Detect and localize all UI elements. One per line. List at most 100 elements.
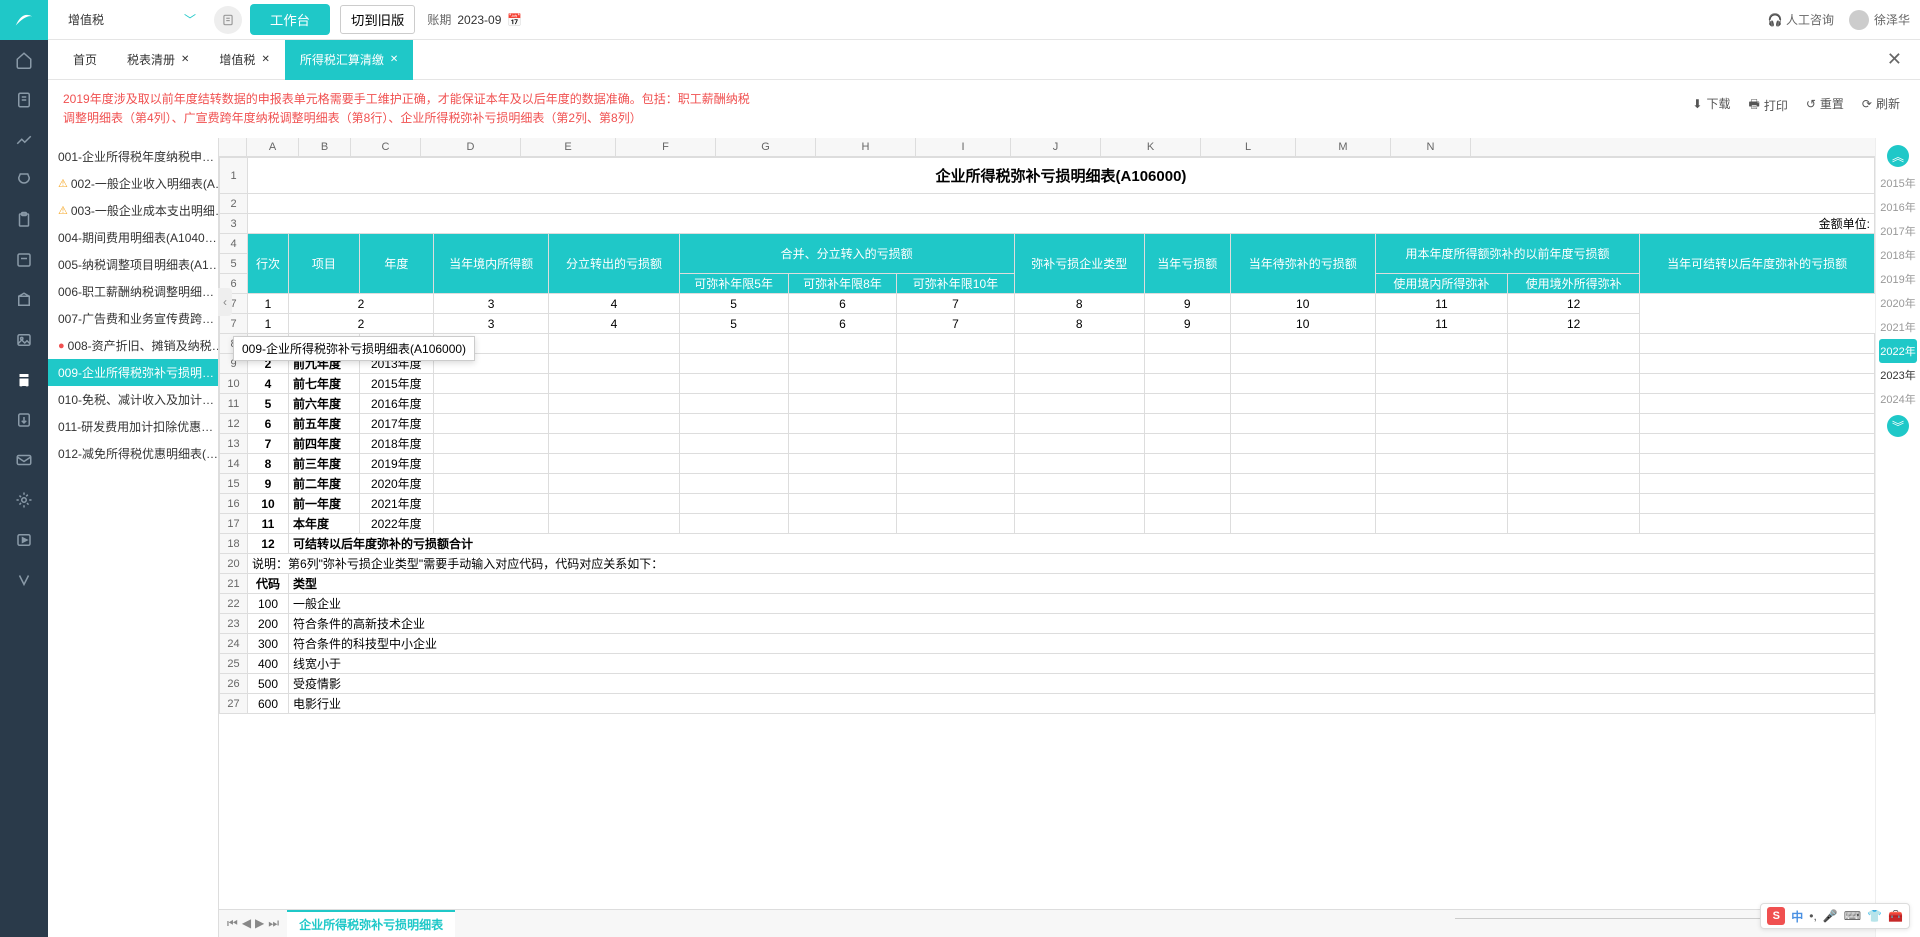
cell[interactable] xyxy=(1375,454,1507,474)
row-header[interactable]: 14 xyxy=(220,454,248,474)
cell[interactable] xyxy=(897,334,1014,354)
ime-mic-icon[interactable]: 🎤 xyxy=(1823,909,1838,923)
year-button[interactable]: 2017年 xyxy=(1879,219,1917,243)
column-header[interactable]: J xyxy=(1011,138,1101,156)
cell[interactable] xyxy=(1014,374,1144,394)
year-button[interactable]: 2019年 xyxy=(1879,267,1917,291)
column-header[interactable]: C xyxy=(351,138,421,156)
cell[interactable] xyxy=(1014,434,1144,454)
cell[interactable] xyxy=(1375,434,1507,454)
v-icon[interactable] xyxy=(0,560,48,600)
cell[interactable] xyxy=(433,494,548,514)
settings-icon[interactable] xyxy=(0,480,48,520)
close-icon[interactable]: ✕ xyxy=(390,54,398,65)
cell[interactable] xyxy=(1640,434,1875,454)
column-header[interactable]: E xyxy=(521,138,616,156)
cell[interactable] xyxy=(1508,394,1640,414)
row-header[interactable]: 20 xyxy=(220,554,248,574)
chart-icon[interactable] xyxy=(0,120,48,160)
form-list-item[interactable]: 005-纳税调整项目明细表(A1… xyxy=(48,251,218,278)
row-header[interactable]: 25 xyxy=(220,654,248,674)
home-icon[interactable] xyxy=(0,40,48,80)
sheet-tab[interactable]: 企业所得税弥补亏损明细表 xyxy=(287,910,455,937)
year-button[interactable]: 2016年 xyxy=(1879,195,1917,219)
ime-skin-icon[interactable]: 👕 xyxy=(1867,909,1882,923)
row-header[interactable]: 22 xyxy=(220,594,248,614)
cell[interactable] xyxy=(1230,374,1375,394)
cell[interactable] xyxy=(1508,514,1640,534)
column-header[interactable]: D xyxy=(421,138,521,156)
cell[interactable] xyxy=(1508,354,1640,374)
row-header[interactable]: 23 xyxy=(220,614,248,634)
tab[interactable]: 所得税汇算清缴✕ xyxy=(285,40,413,80)
cell[interactable] xyxy=(549,514,679,534)
row-header[interactable]: 15 xyxy=(220,474,248,494)
period-value[interactable]: 2023-09 xyxy=(457,13,501,27)
year-button[interactable]: 2023年 xyxy=(1879,363,1917,387)
cell[interactable] xyxy=(1375,474,1507,494)
cell[interactable] xyxy=(1014,334,1144,354)
cell[interactable] xyxy=(1375,414,1507,434)
cell[interactable] xyxy=(1508,334,1640,354)
form-list-item[interactable]: 009-企业所得税弥补亏损明… xyxy=(48,359,218,386)
cell[interactable] xyxy=(1640,494,1875,514)
year-button[interactable]: 2020年 xyxy=(1879,291,1917,315)
consult-link[interactable]: 🎧 人工咨询 xyxy=(1768,11,1834,28)
cell[interactable] xyxy=(1144,354,1230,374)
ime-punct-icon[interactable]: •, xyxy=(1809,909,1817,923)
row-header[interactable]: 1 xyxy=(220,158,248,194)
cell[interactable] xyxy=(1014,454,1144,474)
column-header[interactable]: L xyxy=(1201,138,1296,156)
cell[interactable] xyxy=(433,454,548,474)
column-header[interactable] xyxy=(219,138,247,156)
cell[interactable] xyxy=(897,514,1014,534)
cell[interactable] xyxy=(1230,454,1375,474)
cell[interactable] xyxy=(1144,374,1230,394)
cell[interactable] xyxy=(1640,454,1875,474)
year-button[interactable]: 2024年 xyxy=(1879,387,1917,411)
row-header[interactable]: 26 xyxy=(220,674,248,694)
collapse-handle[interactable]: ‹ xyxy=(218,288,232,316)
download-button[interactable]: ⬇ 下载 xyxy=(1692,95,1730,112)
column-header[interactable]: I xyxy=(916,138,1011,156)
cell[interactable] xyxy=(433,394,548,414)
cell[interactable] xyxy=(1014,414,1144,434)
cell[interactable] xyxy=(1640,374,1875,394)
cell[interactable] xyxy=(1014,474,1144,494)
module-dropdown[interactable]: 增值税 ﹀ xyxy=(58,11,206,28)
cell[interactable] xyxy=(1508,434,1640,454)
close-all-tabs-icon[interactable]: ✕ xyxy=(1879,49,1910,70)
cell[interactable] xyxy=(433,434,548,454)
print-button[interactable]: 🖶 打印 xyxy=(1749,95,1788,116)
cell[interactable] xyxy=(1640,414,1875,434)
cell[interactable] xyxy=(1640,474,1875,494)
cell[interactable] xyxy=(1640,514,1875,534)
reset-button[interactable]: ↺ 重置 xyxy=(1806,95,1844,112)
year-button[interactable]: 2018年 xyxy=(1879,243,1917,267)
form-list-item[interactable]: 010-免税、减计收入及加计… xyxy=(48,386,218,413)
close-icon[interactable]: ✕ xyxy=(261,54,269,65)
cell[interactable] xyxy=(1014,394,1144,414)
close-icon[interactable]: ✕ xyxy=(181,54,189,65)
cell[interactable] xyxy=(1230,494,1375,514)
calendar-icon[interactable]: 📅 xyxy=(507,13,522,27)
cell[interactable] xyxy=(679,474,788,494)
row-header[interactable]: 13 xyxy=(220,434,248,454)
cell[interactable] xyxy=(1375,514,1507,534)
row-header[interactable]: 3 xyxy=(220,214,248,234)
row-header[interactable]: 27 xyxy=(220,694,248,714)
cell[interactable] xyxy=(788,374,897,394)
cell[interactable] xyxy=(1230,414,1375,434)
cell[interactable] xyxy=(1508,494,1640,514)
cell[interactable] xyxy=(788,394,897,414)
cell[interactable] xyxy=(897,434,1014,454)
cell[interactable] xyxy=(549,454,679,474)
row-header[interactable]: 12 xyxy=(220,414,248,434)
cell[interactable] xyxy=(549,354,679,374)
cell[interactable] xyxy=(1230,334,1375,354)
form-icon[interactable] xyxy=(0,240,48,280)
cell[interactable] xyxy=(679,374,788,394)
cell[interactable] xyxy=(1230,474,1375,494)
cell[interactable] xyxy=(1144,514,1230,534)
row-header[interactable]: 10 xyxy=(220,374,248,394)
